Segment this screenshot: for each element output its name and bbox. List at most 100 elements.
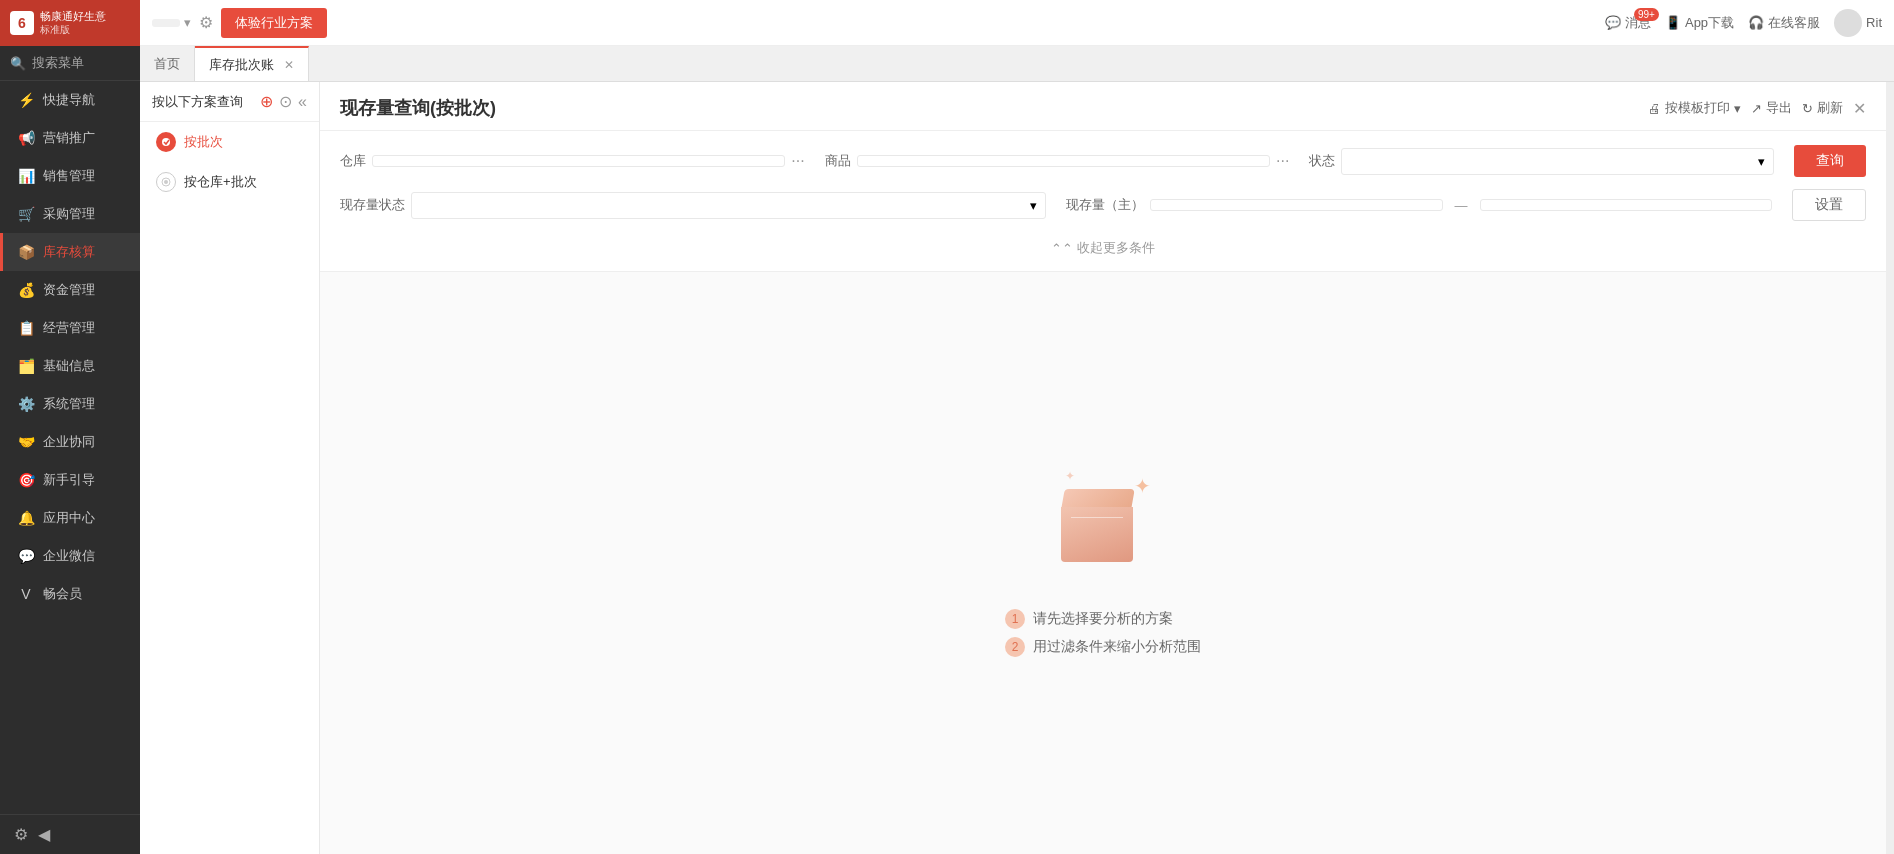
- sidebar-item-operation[interactable]: 📋 经营管理: [0, 309, 140, 347]
- sidebar-item-system[interactable]: ⚙️ 系统管理: [0, 385, 140, 423]
- right-panel: 现存量查询(按批次) 🖨 按模板打印 ▾ ↗ 导出 ↻ 刷新: [320, 82, 1886, 854]
- sidebar-header: 6 畅康通好生意 标准版: [0, 0, 140, 46]
- sidebar-item-app[interactable]: 🔔 应用中心: [0, 499, 140, 537]
- goods-more-icon[interactable]: ···: [1276, 152, 1289, 170]
- warehouse-label: 仓库: [340, 152, 366, 170]
- sidebar-item-collab[interactable]: 🤝 企业协同: [0, 423, 140, 461]
- set-button[interactable]: 设置: [1792, 189, 1866, 221]
- print-dropdown-icon[interactable]: ▾: [1734, 101, 1741, 116]
- sidebar-item-marketing[interactable]: 📢 营销推广: [0, 119, 140, 157]
- sidebar-item-basic[interactable]: 🗂️ 基础信息: [0, 347, 140, 385]
- sidebar-icon-basic: 🗂️: [17, 357, 35, 375]
- plan-item-by-batch[interactable]: 按批次: [140, 122, 319, 162]
- inventory-qty-separator: —: [1449, 198, 1474, 213]
- status-dropdown-icon[interactable]: ▾: [1758, 154, 1765, 169]
- status-label: 状态: [1309, 152, 1335, 170]
- avatar: [1834, 9, 1862, 37]
- topbar-nav: ▾: [152, 15, 191, 30]
- goods-input[interactable]: [857, 155, 1270, 167]
- tab-batch-inventory-label: 库存批次账: [209, 56, 274, 74]
- warehouse-more-icon[interactable]: ···: [791, 152, 804, 170]
- sidebar-item-wechat[interactable]: 💬 企业微信: [0, 537, 140, 575]
- sidebar-icon-inventory: 📦: [17, 243, 35, 261]
- message-item[interactable]: 💬 消息 99+: [1605, 14, 1651, 32]
- sidebar-icon-quick-nav: ⚡: [17, 91, 35, 109]
- print-template-button[interactable]: 🖨 按模板打印 ▾: [1648, 99, 1741, 117]
- goods-label: 商品: [825, 152, 851, 170]
- sidebar-icon-finance: 💰: [17, 281, 35, 299]
- tabbar: 首页 库存批次账 ✕: [140, 46, 1894, 82]
- sidebar-item-member[interactable]: V 畅会员: [0, 575, 140, 613]
- message-icon: 💬: [1605, 15, 1621, 30]
- refresh-button[interactable]: ↻ 刷新: [1802, 99, 1843, 117]
- left-panel-actions: ⊕ ⊙ «: [260, 92, 307, 111]
- sidebar-item-guide[interactable]: 🎯 新手引导: [0, 461, 140, 499]
- status-input[interactable]: ▾: [1341, 148, 1774, 175]
- tab-batch-inventory[interactable]: 库存批次账 ✕: [195, 46, 309, 81]
- right-edge-scrollbar: [1886, 82, 1894, 854]
- collapse-icon[interactable]: ◀: [38, 825, 50, 844]
- sparkle-icon: ✦: [1134, 474, 1151, 498]
- app-icon: 📱: [1665, 15, 1681, 30]
- empty-hint-1: 1 请先选择要分析的方案: [1005, 609, 1201, 629]
- brand-name: 畅康通好生意: [40, 9, 106, 23]
- topbar-right: 💬 消息 99+ 📱 App下载 🎧 在线客服 Rit: [1605, 9, 1882, 37]
- sidebar-item-purchase[interactable]: 🛒 采购管理: [0, 195, 140, 233]
- app-download-item[interactable]: 📱 App下载: [1665, 14, 1734, 32]
- filter-row-1: 仓库 ··· 商品 ··· 状态 ▾: [340, 145, 1866, 177]
- user-info[interactable]: Rit: [1834, 9, 1882, 37]
- sidebar-item-inventory[interactable]: 📦 库存核算: [0, 233, 140, 271]
- sidebar-nav: ⚡ 快捷导航 📢 营销推广 📊 销售管理 🛒 采购管理 📦 库存核算 💰 资金管…: [0, 81, 140, 814]
- try-industry-button[interactable]: 体验行业方案: [221, 8, 327, 38]
- inventory-qty-max-input[interactable]: [1480, 199, 1773, 211]
- inventory-status-input[interactable]: ▾: [411, 192, 1046, 219]
- goods-filter: 商品 ···: [825, 152, 1290, 170]
- inv-status-dropdown-icon[interactable]: ▾: [1030, 198, 1037, 213]
- add-plan-icon[interactable]: ⊕: [260, 92, 273, 111]
- search-label: 搜索菜单: [32, 54, 84, 72]
- warehouse-filter: 仓库 ···: [340, 152, 805, 170]
- left-panel-collapse-icon[interactable]: «: [298, 93, 307, 111]
- hint-num-1: 1: [1005, 609, 1025, 629]
- sidebar-icon-member: V: [17, 585, 35, 603]
- plan-label-by-warehouse-batch: 按仓库+批次: [184, 173, 257, 191]
- plan-settings-icon[interactable]: ⊙: [279, 92, 292, 111]
- query-button[interactable]: 查询: [1794, 145, 1866, 177]
- export-button[interactable]: ↗ 导出: [1751, 99, 1792, 117]
- sidebar-label-guide: 新手引导: [43, 471, 95, 489]
- hint-text-1: 请先选择要分析的方案: [1033, 610, 1173, 628]
- page-title: 现存量查询(按批次): [340, 96, 496, 120]
- nav-pill[interactable]: [152, 19, 180, 27]
- empty-hint-2: 2 用过滤条件来缩小分析范围: [1005, 637, 1201, 657]
- tab-close-icon[interactable]: ✕: [284, 58, 294, 72]
- topbar-gear-icon[interactable]: ⚙: [199, 13, 213, 32]
- brand-logo: 6: [10, 11, 34, 35]
- sidebar-item-sales[interactable]: 📊 销售管理: [0, 157, 140, 195]
- sidebar: 6 畅康通好生意 标准版 🔍 搜索菜单 ⚡ 快捷导航 📢 营销推广 📊 销售管理…: [0, 0, 140, 854]
- tab-home-label: 首页: [154, 55, 180, 73]
- warehouse-input[interactable]: [372, 155, 785, 167]
- sidebar-item-quick-nav[interactable]: ⚡ 快捷导航: [0, 81, 140, 119]
- sidebar-label-collab: 企业协同: [43, 433, 95, 451]
- plan-item-by-warehouse-batch[interactable]: 按仓库+批次: [140, 162, 319, 202]
- empty-illustration: ✦ ✦ 1 请先选择要分析的方案 2: [1005, 469, 1201, 657]
- collapse-more[interactable]: ⌃⌃ 收起更多条件: [340, 233, 1866, 257]
- sidebar-search[interactable]: 🔍 搜索菜单: [0, 46, 140, 81]
- settings-icon[interactable]: ⚙: [14, 825, 28, 844]
- brand-edition: 标准版: [40, 23, 106, 37]
- sidebar-label-wechat: 企业微信: [43, 547, 95, 565]
- sidebar-icon-app: 🔔: [17, 509, 35, 527]
- tab-home[interactable]: 首页: [140, 46, 195, 81]
- print-icon: 🖨: [1648, 101, 1661, 116]
- topbar-left: ▾ ⚙ 体验行业方案: [152, 8, 1597, 38]
- empty-hints: 1 请先选择要分析的方案 2 用过滤条件来缩小分析范围: [1005, 609, 1201, 657]
- sidebar-item-finance[interactable]: 💰 资金管理: [0, 271, 140, 309]
- nav-dropdown-icon[interactable]: ▾: [184, 15, 191, 30]
- sidebar-icon-purchase: 🛒: [17, 205, 35, 223]
- hint-num-2: 2: [1005, 637, 1025, 657]
- inventory-qty-min-input[interactable]: [1150, 199, 1443, 211]
- inventory-qty-label: 现存量（主）: [1066, 196, 1144, 214]
- sidebar-icon-wechat: 💬: [17, 547, 35, 565]
- close-panel-button[interactable]: ✕: [1853, 99, 1866, 118]
- online-service-item[interactable]: 🎧 在线客服: [1748, 14, 1820, 32]
